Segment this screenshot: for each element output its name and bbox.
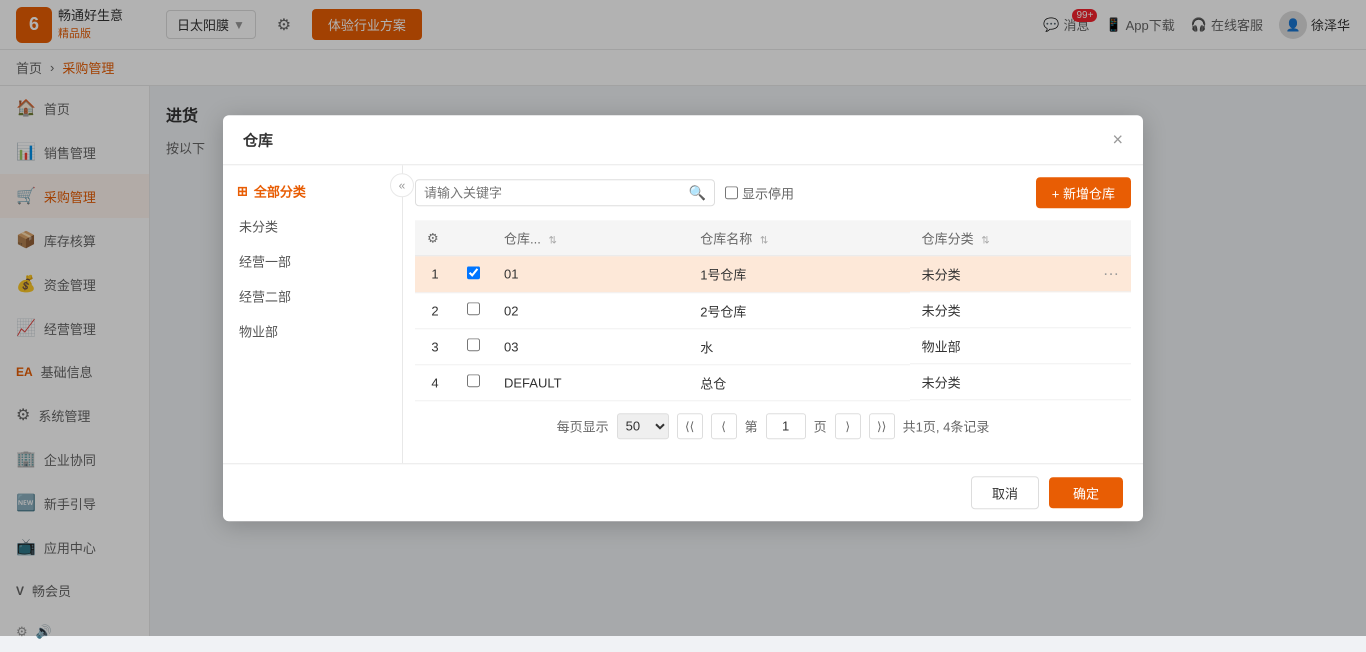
th-checkbox (455, 220, 492, 256)
category-collapse-button[interactable]: « (390, 173, 414, 197)
row-code: 03 (492, 328, 688, 364)
category-all-label: 全部分类 (254, 181, 306, 200)
th-name[interactable]: 仓库名称 ⇅ (688, 220, 909, 256)
total-info: 共1页, 4条记录 (903, 416, 990, 435)
th-code[interactable]: 仓库... ⇅ (492, 220, 688, 256)
search-input[interactable] (424, 185, 685, 200)
table-row[interactable]: 2 02 2号仓库 未分类 (415, 292, 1131, 328)
show-disabled-label[interactable]: 显示停用 (725, 183, 794, 202)
category-item-property[interactable]: 物业部 (223, 313, 402, 348)
category-item-ops1[interactable]: 经营一部 (223, 243, 402, 278)
search-icon[interactable]: 🔍 (689, 184, 706, 201)
th-category[interactable]: 仓库分类 ⇅ (910, 220, 1131, 256)
cancel-button[interactable]: 取消 (971, 476, 1039, 509)
page-size-select[interactable]: 50 10 20 100 (617, 413, 669, 439)
page-input[interactable] (766, 413, 806, 439)
row-category: 未分类 ··· (910, 256, 1131, 292)
row-code: 01 (492, 256, 688, 293)
collapse-icon: « (399, 178, 406, 192)
row-checkbox-cell (455, 328, 492, 364)
table-toolbar: 🔍 显示停用 + 新增仓库 (415, 177, 1131, 208)
row-num: 3 (415, 328, 455, 364)
table-row[interactable]: 4 DEFAULT 总仓 未分类 (415, 364, 1131, 400)
row-actions-button[interactable]: ··· (1103, 265, 1119, 283)
row-checkbox-cell (455, 256, 492, 293)
row-name: 2号仓库 (688, 292, 909, 328)
page-prev-button[interactable]: ⟨ (711, 413, 737, 439)
sort-name-icon: ⇅ (760, 235, 768, 246)
show-disabled-checkbox[interactable] (725, 186, 738, 199)
row-category: 物业部 (910, 328, 1131, 364)
table-panel: 🔍 显示停用 + 新增仓库 ⚙ 仓库... ⇅ (403, 165, 1143, 463)
page-size-label: 每页显示 (557, 416, 609, 435)
row-checkbox-cell (455, 292, 492, 328)
row-checkbox[interactable] (467, 302, 480, 315)
row-code: 02 (492, 292, 688, 328)
page-last-button[interactable]: ⟩⟩ (869, 413, 895, 439)
modal-title: 仓库 (243, 129, 273, 150)
confirm-button[interactable]: 确定 (1049, 477, 1123, 508)
row-name: 水 (688, 328, 909, 364)
show-disabled-text: 显示停用 (742, 183, 794, 202)
row-name: 总仓 (688, 364, 909, 400)
row-code: DEFAULT (492, 364, 688, 400)
sort-code-icon: ⇅ (548, 235, 556, 246)
grid-icon: ⊞ (237, 183, 248, 199)
page-next-button[interactable]: ⟩ (835, 413, 861, 439)
row-category: 未分类 (910, 292, 1131, 328)
modal-body: ⊞ 全部分类 未分类 经营一部 经营二部 物业部 « (223, 165, 1143, 463)
row-checkbox[interactable] (467, 374, 480, 387)
table-row[interactable]: 1 01 1号仓库 未分类 ··· (415, 256, 1131, 293)
warehouse-modal: 仓库 × ⊞ 全部分类 未分类 经营一部 经营二部 物业部 « (223, 115, 1143, 521)
row-checkbox[interactable] (467, 338, 480, 351)
row-num: 4 (415, 364, 455, 400)
page-label-post: 页 (814, 416, 827, 435)
category-all[interactable]: ⊞ 全部分类 (223, 173, 402, 208)
modal-footer: 取消 确定 (223, 463, 1143, 521)
modal-close-button[interactable]: × (1112, 129, 1123, 150)
page-label-pre: 第 (745, 416, 758, 435)
warehouse-table: ⚙ 仓库... ⇅ 仓库名称 ⇅ 仓库分类 ⇅ (415, 220, 1131, 401)
th-settings[interactable]: ⚙ (415, 220, 455, 256)
category-item-ops2[interactable]: 经营二部 (223, 278, 402, 313)
row-checkbox-cell (455, 364, 492, 400)
table-row[interactable]: 3 03 水 物业部 (415, 328, 1131, 364)
sort-category-icon: ⇅ (981, 235, 989, 246)
row-name: 1号仓库 (688, 256, 909, 293)
modal-header: 仓库 × (223, 115, 1143, 165)
row-num: 1 (415, 256, 455, 293)
add-warehouse-button[interactable]: + 新增仓库 (1036, 177, 1131, 208)
pagination: 每页显示 50 10 20 100 ⟨⟨ ⟨ 第 页 ⟩ ⟩⟩ 共1页, 4条记… (415, 401, 1131, 451)
row-num: 2 (415, 292, 455, 328)
page-first-button[interactable]: ⟨⟨ (677, 413, 703, 439)
category-panel: ⊞ 全部分类 未分类 经营一部 经营二部 物业部 « (223, 165, 403, 463)
category-item-unclassified[interactable]: 未分类 (223, 208, 402, 243)
row-category: 未分类 (910, 364, 1131, 400)
row-checkbox[interactable] (467, 266, 480, 279)
search-input-wrap: 🔍 (415, 179, 715, 206)
